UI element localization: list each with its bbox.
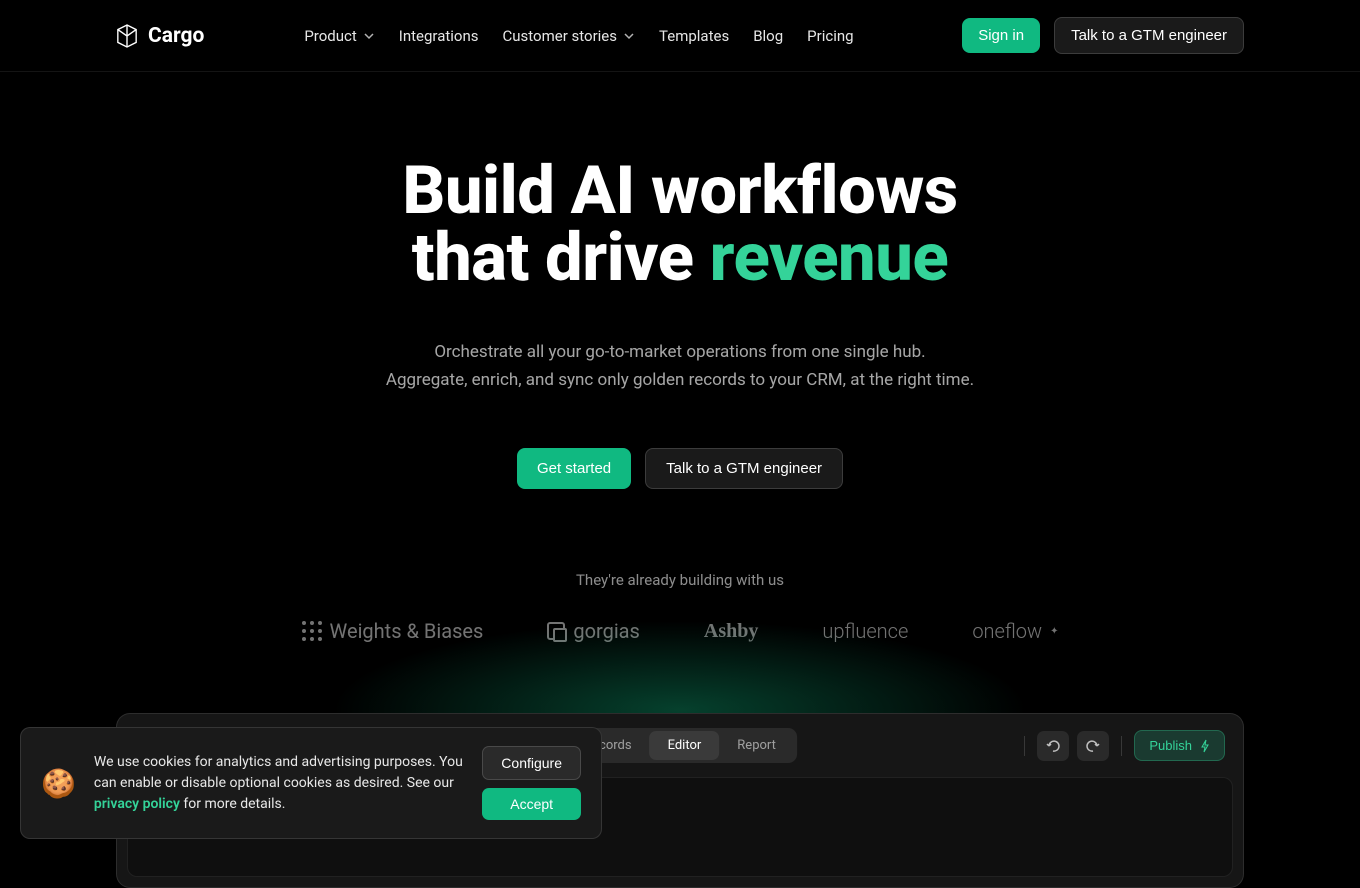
hero-title: Build AI workflows that drive revenue (0, 158, 1360, 292)
chevron-down-icon (623, 30, 635, 42)
toolbar-right: Publish (1020, 730, 1225, 761)
cookie-actions: Configure Accept (482, 746, 581, 820)
gorgias-icon (547, 622, 565, 640)
tab-report[interactable]: Report (719, 731, 794, 760)
logo-ashby: Ashby (704, 620, 758, 643)
publish-label: Publish (1149, 738, 1192, 753)
nav-item-integrations[interactable]: Integrations (399, 27, 479, 45)
social-proof-label: They're already building with us (0, 571, 1360, 589)
publish-button[interactable]: Publish (1134, 730, 1225, 761)
nav-item-pricing[interactable]: Pricing (807, 27, 853, 45)
chevron-down-icon (363, 30, 375, 42)
logo-weights-biases: Weights & Biases (302, 619, 484, 643)
redo-icon (1085, 738, 1101, 754)
divider (1121, 736, 1122, 756)
divider (1024, 736, 1025, 756)
privacy-policy-link[interactable]: privacy policy (94, 796, 180, 812)
cookie-text: We use cookies for analytics and adverti… (94, 752, 464, 815)
talk-to-engineer-button[interactable]: Talk to a GTM engineer (1054, 17, 1244, 54)
cookie-configure-button[interactable]: Configure (482, 746, 581, 780)
subtitle-line2: Aggregate, enrich, and sync only golden … (386, 370, 974, 390)
sign-in-button[interactable]: Sign in (962, 18, 1040, 53)
talk-to-engineer-hero-button[interactable]: Talk to a GTM engineer (645, 448, 843, 489)
nav-label: Integrations (399, 27, 479, 45)
nav-label: Templates (659, 27, 729, 45)
cookie-text-part1: We use cookies for analytics and adverti… (94, 754, 463, 791)
redo-button[interactable] (1077, 731, 1109, 761)
cookie-accept-button[interactable]: Accept (482, 788, 581, 820)
hero-section: Build AI workflows that drive revenue Or… (0, 72, 1360, 643)
get-started-button[interactable]: Get started (517, 448, 631, 489)
header-left: Cargo Product Integrations Customer stor… (116, 23, 854, 49)
main-nav: Product Integrations Customer stories Te… (304, 27, 853, 45)
cargo-logo-icon (116, 23, 138, 49)
cookie-text-part2: for more details. (180, 796, 286, 812)
company-name: upfluence (822, 619, 908, 643)
subtitle-line1: Orchestrate all your go-to-market operat… (434, 342, 925, 362)
header-actions: Sign in Talk to a GTM engineer (962, 17, 1244, 54)
brand-name: Cargo (148, 24, 204, 48)
undo-icon (1045, 738, 1061, 754)
nav-label: Customer stories (503, 27, 618, 45)
brand-logo[interactable]: Cargo (116, 23, 204, 49)
nav-item-customer-stories[interactable]: Customer stories (503, 27, 636, 45)
hero-title-line2-prefix: that drive (412, 219, 710, 297)
wb-dots-icon (302, 621, 322, 641)
nav-label: Product (304, 27, 356, 45)
nav-label: Blog (753, 27, 783, 45)
site-header: Cargo Product Integrations Customer stor… (0, 0, 1360, 72)
nav-label: Pricing (807, 27, 853, 45)
company-name: gorgias (573, 619, 640, 643)
tab-editor[interactable]: Editor (650, 731, 720, 760)
logo-oneflow: oneflow ✦ (972, 619, 1058, 643)
company-name: oneflow (972, 619, 1042, 643)
nav-item-templates[interactable]: Templates (659, 27, 729, 45)
company-name: Weights & Biases (330, 619, 484, 643)
social-proof: They're already building with us Weights… (0, 571, 1360, 643)
nav-item-blog[interactable]: Blog (753, 27, 783, 45)
undo-button[interactable] (1037, 731, 1069, 761)
hero-title-accent: revenue (710, 219, 949, 297)
nav-item-product[interactable]: Product (304, 27, 374, 45)
logo-upfluence: upfluence (822, 619, 908, 643)
logo-gorgias: gorgias (547, 619, 640, 643)
cookie-icon: 🍪 (41, 767, 76, 800)
cookie-banner: 🍪 We use cookies for analytics and adver… (20, 727, 602, 839)
lightning-icon (1200, 739, 1210, 753)
company-name: Ashby (704, 620, 758, 643)
oneflow-sup-icon: ✦ (1050, 626, 1058, 637)
hero-ctas: Get started Talk to a GTM engineer (0, 448, 1360, 489)
hero-subtitle: Orchestrate all your go-to-market operat… (0, 338, 1360, 394)
company-logos: Weights & Biases gorgias Ashby upfluence… (0, 619, 1360, 643)
